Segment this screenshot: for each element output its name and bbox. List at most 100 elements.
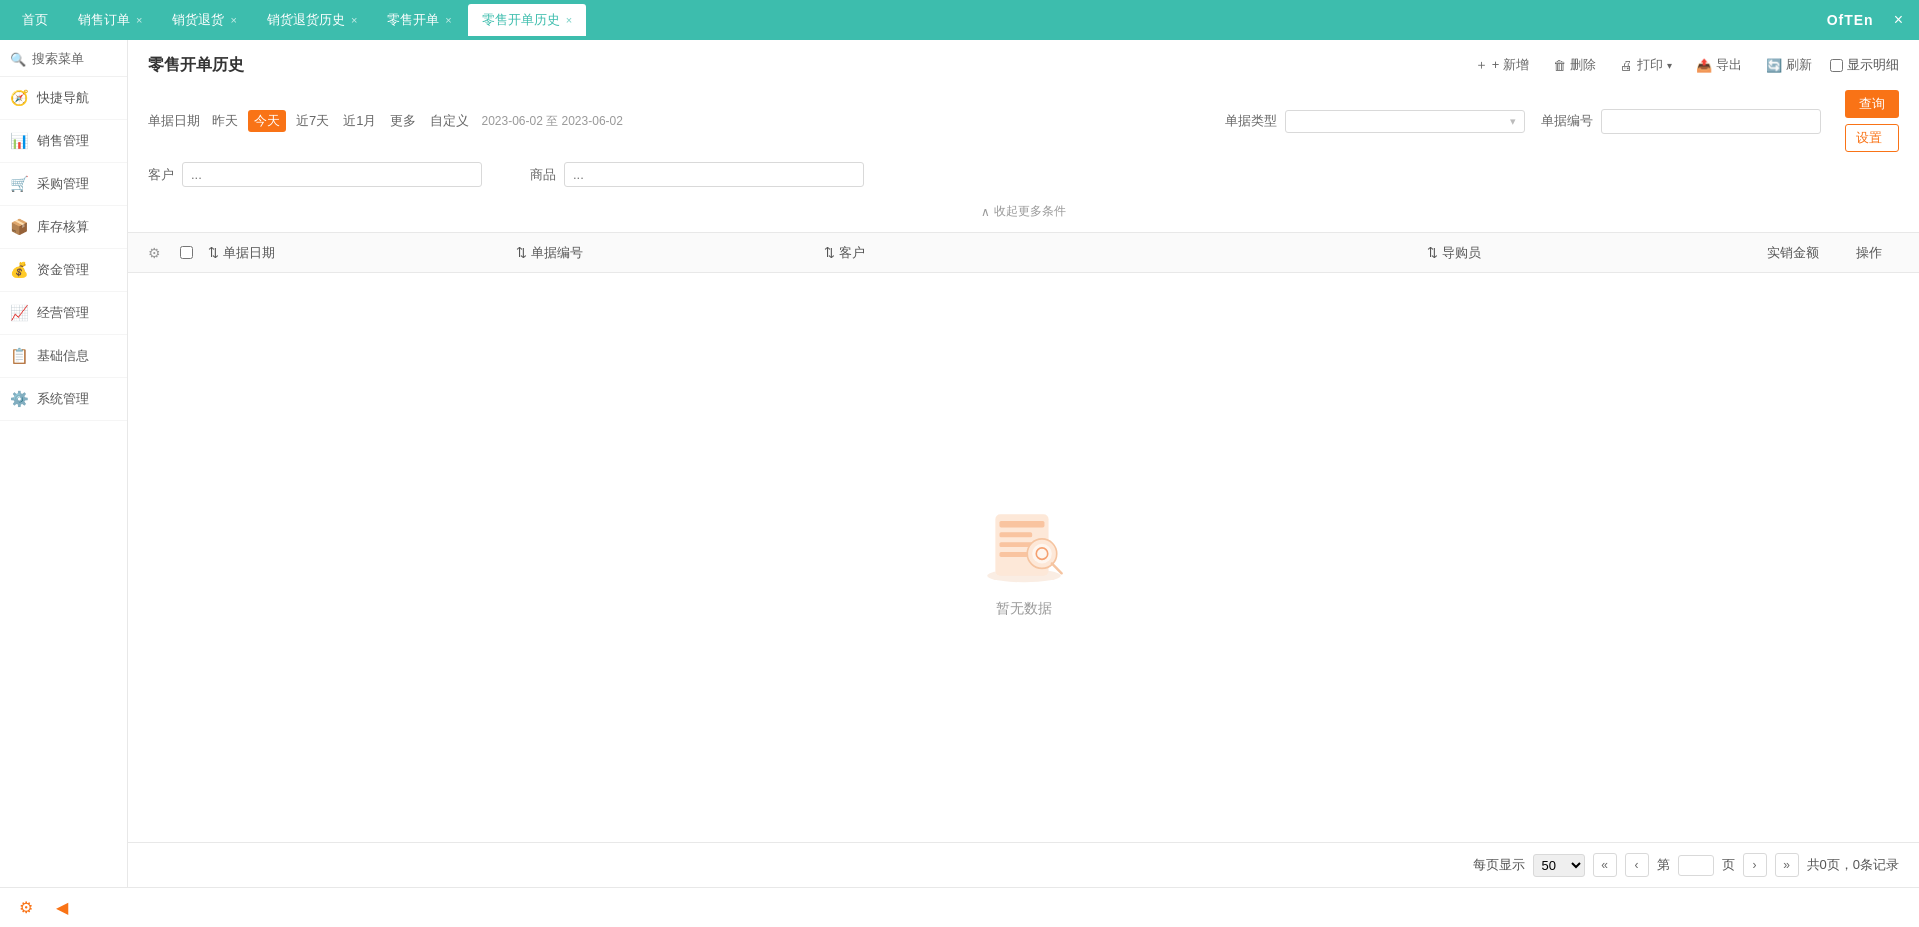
date-shortcut-today[interactable]: 今天 <box>248 110 286 132</box>
tab-close-retail-open-history[interactable]: × <box>566 14 572 26</box>
delete-label: 删除 <box>1570 56 1596 74</box>
query-button[interactable]: 查询 <box>1845 90 1899 118</box>
delete-icon: 🗑 <box>1553 58 1566 73</box>
th-date-text: 单据日期 <box>223 244 275 262</box>
settings-button[interactable]: 设置 <box>1845 124 1899 152</box>
tab-sales-return[interactable]: 销货退货× <box>158 4 250 36</box>
th-no-sort-icon: ⇅ <box>516 245 527 260</box>
sidebar-label-finance: 资金管理 <box>37 261 89 279</box>
date-shortcut-last1m[interactable]: 近1月 <box>339 110 380 132</box>
th-amount: 实销金额 <box>1729 244 1829 262</box>
sidebar-items-container: 🧭快捷导航 📊 销售管理 🛒采购管理📦库存核算💰资金管理📈经营管理📋基础信息⚙️系统管… <box>0 77 127 421</box>
sidebar-search-label: 搜索菜单 <box>32 50 84 68</box>
table-area: ⚙ ⇅ 单据日期 ⇅ 单据编号 ⇅ 客户 ⇅ <box>128 233 1919 842</box>
product-input[interactable] <box>564 162 864 187</box>
window-close-button[interactable]: × <box>1894 11 1903 29</box>
page-title: 零售开单历史 <box>148 55 244 76</box>
th-no-text: 单据编号 <box>531 244 583 262</box>
doctype-arrow-icon: ▾ <box>1510 115 1516 128</box>
export-icon: 📤 <box>1696 58 1712 73</box>
doctype-select[interactable]: ▾ <box>1285 110 1525 133</box>
collapse-bar[interactable]: ∧ 收起更多条件 <box>148 197 1899 224</box>
tab-label-sales-order: 销售订单 <box>78 11 130 29</box>
toolbar: ＋ + 新增 🗑 删除 🖨 打印 ▾ 📤 导出 <box>1469 52 1899 78</box>
sidebar-icon-sales-mgmt: 📊 <box>10 132 29 150</box>
tab-sales-return-history[interactable]: 销货退货历史 × <box>253 4 371 36</box>
add-button[interactable]: ＋ + 新增 <box>1469 52 1535 78</box>
th-date: ⇅ 单据日期 <box>202 244 510 262</box>
filter-row-1: 单据日期 昨天今天近7天近1月更多自定义 2023-06-02 至 2023-0… <box>148 90 1899 152</box>
refresh-icon: 🔄 <box>1766 58 1782 73</box>
bottom-collapse-button[interactable]: ◀ <box>48 894 76 922</box>
sidebar-item-operations[interactable]: 📈经营管理 <box>0 292 127 335</box>
docno-input[interactable] <box>1601 109 1821 134</box>
tab-close-sales-return-history[interactable]: × <box>351 14 357 26</box>
filter-customer-field: 客户 <box>148 162 482 187</box>
svg-rect-2 <box>999 520 1044 527</box>
filter-date-field: 单据日期 昨天今天近7天近1月更多自定义 2023-06-02 至 2023-0… <box>148 110 623 132</box>
tab-close-sales-return[interactable]: × <box>230 14 236 26</box>
query-buttons: 查询 设置 <box>1845 90 1899 152</box>
display-detail-toggle[interactable]: 显示明细 <box>1830 56 1899 74</box>
sidebar-label-sales-mgmt: 销售管理 <box>37 132 89 150</box>
export-button[interactable]: 📤 导出 <box>1690 52 1748 78</box>
sidebar-item-quick-nav[interactable]: 🧭快捷导航 <box>0 77 127 120</box>
date-shortcut-last7[interactable]: 近7天 <box>292 110 333 132</box>
tab-close-retail-open[interactable]: × <box>445 14 451 26</box>
tab-sales-order[interactable]: 销售订单 × <box>64 4 156 36</box>
date-shortcut-yesterday[interactable]: 昨天 <box>208 110 242 132</box>
customer-input[interactable] <box>182 162 482 187</box>
sidebar-item-finance[interactable]: 💰资金管理 <box>0 249 127 292</box>
table-body: 暂无数据 <box>128 273 1919 842</box>
tab-home[interactable]: 首页 <box>8 4 62 36</box>
page-title-row: 零售开单历史 ＋ + 新增 🗑 删除 🖨 打印 ▾ <box>148 52 1899 78</box>
th-amount-text: 实销金额 <box>1767 245 1819 260</box>
per-page-select[interactable]: 102050100 <box>1533 854 1585 877</box>
sidebar-label-quick-nav: 快捷导航 <box>37 89 89 107</box>
tab-label-sales-return-history: 销货退货历史 <box>267 11 345 29</box>
print-label: 打印 <box>1637 56 1663 74</box>
date-shortcut-more[interactable]: 更多 <box>386 110 420 132</box>
sidebar-item-inventory[interactable]: 📦库存核算 <box>0 206 127 249</box>
bottom-settings-button[interactable]: ⚙ <box>12 894 40 922</box>
tab-label-home: 首页 <box>22 11 48 29</box>
bottom-bar: ⚙ ◀ <box>0 887 1919 927</box>
table-settings-icon[interactable]: ⚙ <box>148 245 161 261</box>
next-page-button[interactable]: › <box>1743 853 1767 877</box>
date-shortcuts: 昨天今天近7天近1月更多自定义 <box>208 110 473 132</box>
sidebar-search[interactable]: 🔍 搜索菜单 <box>0 40 127 77</box>
first-page-button[interactable]: « <box>1593 853 1617 877</box>
sidebar-item-purchase-mgmt[interactable]: 🛒采购管理 <box>0 163 127 206</box>
filter-doctype-field: 单据类型 ▾ <box>1225 110 1525 133</box>
svg-rect-5 <box>999 552 1028 557</box>
sidebar-item-sys-mgmt[interactable]: ⚙️系统管理 <box>0 378 127 421</box>
sidebar-item-basic-info[interactable]: 📋基础信息 <box>0 335 127 378</box>
empty-icon <box>974 498 1074 588</box>
table-check-all-cell[interactable] <box>170 246 202 259</box>
tab-list: 首页销售订单×销货退货×销货退货历史×零售开单×零售开单历史× <box>8 4 1827 36</box>
print-icon: 🖨 <box>1620 58 1633 73</box>
print-arrow-icon: ▾ <box>1667 60 1672 71</box>
delete-button[interactable]: 🗑 删除 <box>1547 52 1602 78</box>
tab-retail-open-history[interactable]: 零售开单历史× <box>468 4 586 36</box>
check-all-checkbox[interactable] <box>180 246 193 259</box>
refresh-button[interactable]: 🔄 刷新 <box>1760 52 1818 78</box>
page-input[interactable]: 1 <box>1678 855 1714 876</box>
main-layout: 🔍 搜索菜单 🧭快捷导航 📊 销售管理 🛒采购管理📦库存核算💰资金管理📈经营管理📋基础… <box>0 40 1919 887</box>
bottom-collapse-icon: ◀ <box>56 898 68 917</box>
brand-logo: OfTEn <box>1827 12 1874 28</box>
empty-state: 暂无数据 <box>974 498 1074 618</box>
display-detail-checkbox[interactable] <box>1830 59 1843 72</box>
prev-page-button[interactable]: ‹ <box>1625 853 1649 877</box>
th-salesperson-text: 导购员 <box>1442 244 1481 262</box>
tab-close-sales-order[interactable]: × <box>136 14 142 26</box>
last-page-button[interactable]: » <box>1775 853 1799 877</box>
date-shortcut-custom[interactable]: 自定义 <box>426 110 473 132</box>
sidebar-item-sales-mgmt[interactable]: 📊 销售管理 <box>0 120 127 163</box>
tab-retail-open[interactable]: 零售开单× <box>373 4 465 36</box>
table-gear-cell[interactable]: ⚙ <box>138 245 170 261</box>
per-page-label: 每页显示 <box>1473 856 1525 874</box>
th-customer-sort-icon: ⇅ <box>824 245 835 260</box>
print-button[interactable]: 🖨 打印 ▾ <box>1614 52 1678 78</box>
sidebar-icon-purchase-mgmt: 🛒 <box>10 175 29 193</box>
